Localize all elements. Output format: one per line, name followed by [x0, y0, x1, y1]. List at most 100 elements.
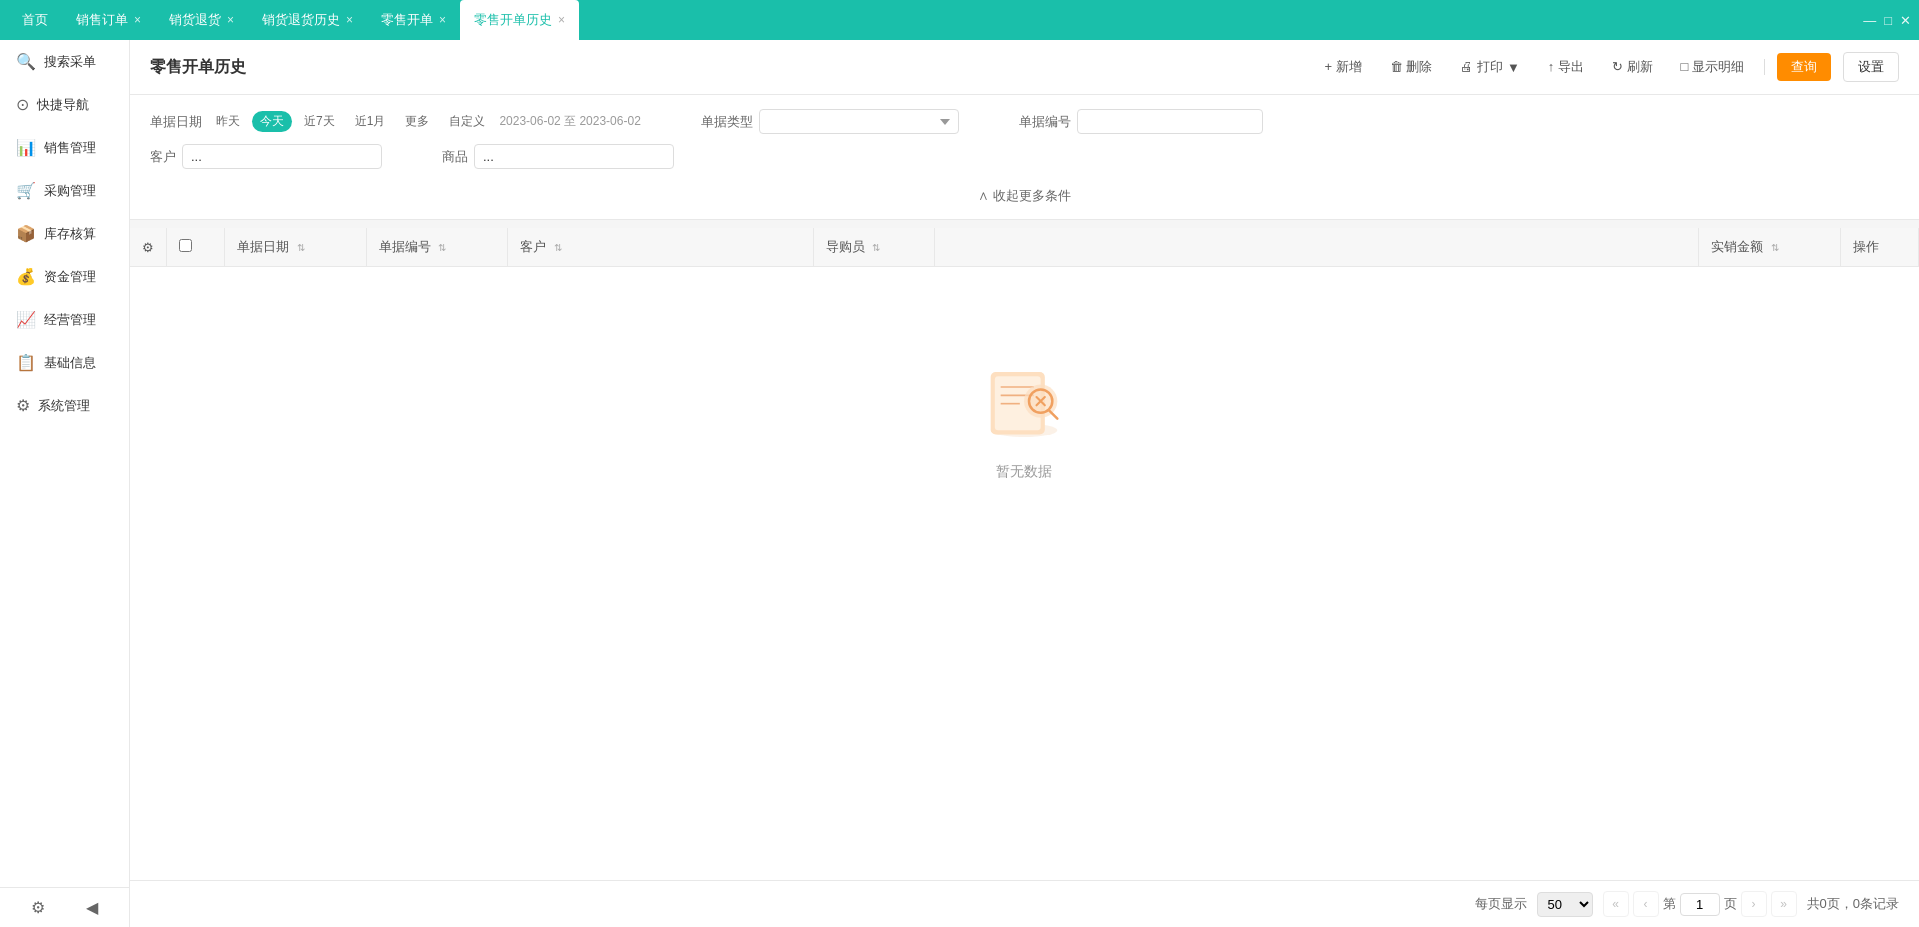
- delete-button[interactable]: 🗑 删除: [1382, 54, 1441, 80]
- page-nav: « ‹ 第 页 › »: [1603, 891, 1797, 917]
- settings-button[interactable]: 设置: [1843, 52, 1899, 82]
- doc-no-input[interactable]: [1077, 109, 1263, 134]
- collapse-button[interactable]: ∧ 收起更多条件: [978, 183, 1071, 209]
- next-page-button[interactable]: ›: [1741, 891, 1767, 917]
- doc-type-select[interactable]: [759, 109, 959, 134]
- sidebar-item-system[interactable]: ⚙ 系统管理: [0, 384, 129, 427]
- tab-home-label: 首页: [22, 11, 48, 29]
- tab-sales-return-label: 销货退货: [169, 11, 221, 29]
- date-tab-week[interactable]: 近7天: [296, 111, 343, 132]
- col-actions-label: 操作: [1853, 239, 1879, 254]
- tab-sales-return[interactable]: 销货退货 ×: [155, 0, 248, 40]
- tab-sales-return-close[interactable]: ×: [227, 13, 234, 27]
- goods-label: 商品: [442, 148, 468, 166]
- empty-text: 暂无数据: [996, 463, 1052, 481]
- col-date[interactable]: 单据日期 ⇅: [225, 228, 367, 267]
- sidebar-item-sales[interactable]: 📊 销售管理: [0, 126, 129, 169]
- delete-label: 🗑 删除: [1390, 58, 1433, 76]
- collapse-icon[interactable]: ◀: [86, 898, 98, 917]
- main-layout: 🔍 搜索采单 ⊙ 快捷导航 📊 销售管理 🛒 采购管理 📦 库存核算 💰 资金管…: [0, 40, 1919, 927]
- print-arrow: ▼: [1507, 60, 1520, 75]
- settings-icon[interactable]: ⚙: [31, 898, 45, 917]
- sidebar-item-finance[interactable]: 💰 资金管理: [0, 255, 129, 298]
- tab-retail-open[interactable]: 零售开单 ×: [367, 0, 460, 40]
- col-customer-label: 客户: [520, 239, 546, 254]
- tab-sales-return-history[interactable]: 销货退货历史 ×: [248, 0, 367, 40]
- sidebar-item-operation[interactable]: 📈 经营管理: [0, 298, 129, 341]
- col-amount[interactable]: [935, 228, 1699, 267]
- minimize-btn[interactable]: —: [1863, 13, 1876, 28]
- col-customer[interactable]: 客户 ⇅: [508, 228, 814, 267]
- select-all-checkbox[interactable]: [179, 239, 192, 252]
- add-label: + 新增: [1324, 58, 1361, 76]
- page-header: 零售开单历史 + 新增 🗑 删除 🖨 打印 ▼ ↑ 导出 ↻ 刷新: [130, 40, 1919, 95]
- col-salesperson-label: 导购员: [826, 239, 865, 254]
- col-amount-sort[interactable]: ⇅: [1771, 242, 1779, 253]
- sidebar-item-search[interactable]: 🔍 搜索采单: [0, 40, 129, 83]
- sidebar-item-quick-nav[interactable]: ⊙ 快捷导航: [0, 83, 129, 126]
- col-salesperson[interactable]: 导购员 ⇅: [813, 228, 935, 267]
- col-customer-sort[interactable]: ⇅: [554, 242, 562, 253]
- goods-input[interactable]: [474, 144, 674, 169]
- last-page-button[interactable]: »: [1771, 891, 1797, 917]
- refresh-button[interactable]: ↻ 刷新: [1604, 54, 1661, 80]
- print-label: 🖨 打印: [1460, 58, 1503, 76]
- empty-state: 暂无数据: [130, 267, 1919, 561]
- date-tab-month[interactable]: 近1月: [347, 111, 394, 132]
- col-salesperson-sort[interactable]: ⇅: [872, 242, 880, 253]
- tab-sales-order-close[interactable]: ×: [134, 13, 141, 27]
- collapse-label: ∧ 收起更多条件: [978, 187, 1071, 205]
- customer-filter: 客户: [150, 144, 382, 169]
- display-detail-button[interactable]: □ 显示明细: [1673, 54, 1752, 80]
- sidebar-item-operation-label: 经营管理: [44, 311, 96, 329]
- data-table: ⚙ 单据日期 ⇅ 单据编号 ⇅ 客户 ⇅: [130, 228, 1919, 561]
- sidebar-item-quick-nav-label: 快捷导航: [37, 96, 89, 114]
- col-date-sort[interactable]: ⇅: [297, 242, 305, 253]
- date-tab-yesterday[interactable]: 昨天: [208, 111, 248, 132]
- tab-retail-history[interactable]: 零售开单历史 ×: [460, 0, 579, 40]
- add-button[interactable]: + 新增: [1316, 54, 1369, 80]
- tab-home[interactable]: 首页: [8, 0, 62, 40]
- tab-sales-order-label: 销售订单: [76, 11, 128, 29]
- page-total: 共0页，0条记录: [1807, 895, 1899, 913]
- content-area: 零售开单历史 + 新增 🗑 删除 🖨 打印 ▼ ↑ 导出 ↻ 刷新: [130, 40, 1919, 927]
- page-input[interactable]: [1680, 893, 1720, 916]
- sidebar-item-inventory[interactable]: 📦 库存核算: [0, 212, 129, 255]
- col-settings[interactable]: ⚙: [130, 228, 167, 267]
- maximize-btn[interactable]: □: [1884, 13, 1892, 28]
- tab-retail-history-close[interactable]: ×: [558, 13, 565, 27]
- prev-page-button[interactable]: ‹: [1633, 891, 1659, 917]
- customer-input[interactable]: [182, 144, 382, 169]
- filter-area: 单据日期 昨天 今天 近7天 近1月 更多 自定义 2023-06-02 至 2…: [130, 95, 1919, 220]
- base-icon: 📋: [16, 353, 36, 372]
- tab-retail-open-close[interactable]: ×: [439, 13, 446, 27]
- sidebar-item-base[interactable]: 📋 基础信息: [0, 341, 129, 384]
- doc-no-label: 单据编号: [1019, 113, 1071, 131]
- first-page-button[interactable]: «: [1603, 891, 1629, 917]
- query-button[interactable]: 查询: [1777, 53, 1831, 81]
- doc-type-filter: 单据类型: [701, 109, 959, 134]
- col-date-label: 单据日期: [237, 239, 289, 254]
- date-tab-custom[interactable]: 自定义: [441, 111, 493, 132]
- tab-sales-return-history-close[interactable]: ×: [346, 13, 353, 27]
- tab-sales-order[interactable]: 销售订单 ×: [62, 0, 155, 40]
- date-range: 2023-06-02 至 2023-06-02: [499, 113, 640, 130]
- table-header: ⚙ 单据日期 ⇅ 单据编号 ⇅ 客户 ⇅: [130, 228, 1919, 267]
- col-docno[interactable]: 单据编号 ⇅: [366, 228, 508, 267]
- export-button[interactable]: ↑ 导出: [1540, 54, 1592, 80]
- toolbar: + 新增 🗑 删除 🖨 打印 ▼ ↑ 导出 ↻ 刷新 □ 显示明细: [1316, 52, 1899, 82]
- toolbar-divider: [1764, 59, 1765, 75]
- display-detail-label: □ 显示明细: [1681, 58, 1744, 76]
- sidebar-item-system-label: 系统管理: [38, 397, 90, 415]
- print-button[interactable]: 🖨 打印 ▼: [1452, 54, 1528, 80]
- date-tab-today[interactable]: 今天: [252, 111, 292, 132]
- home-icon: ⊙: [16, 95, 29, 114]
- col-checkbox[interactable]: [167, 228, 225, 267]
- sidebar-item-purchase[interactable]: 🛒 采购管理: [0, 169, 129, 212]
- window-controls: — □ ✕: [1863, 13, 1911, 28]
- date-tab-more[interactable]: 更多: [397, 111, 437, 132]
- close-btn[interactable]: ✕: [1900, 13, 1911, 28]
- table-area: ⚙ 单据日期 ⇅ 单据编号 ⇅ 客户 ⇅: [130, 228, 1919, 880]
- col-docno-sort[interactable]: ⇅: [438, 242, 446, 253]
- page-size-select[interactable]: 10 20 50 100: [1537, 892, 1593, 917]
